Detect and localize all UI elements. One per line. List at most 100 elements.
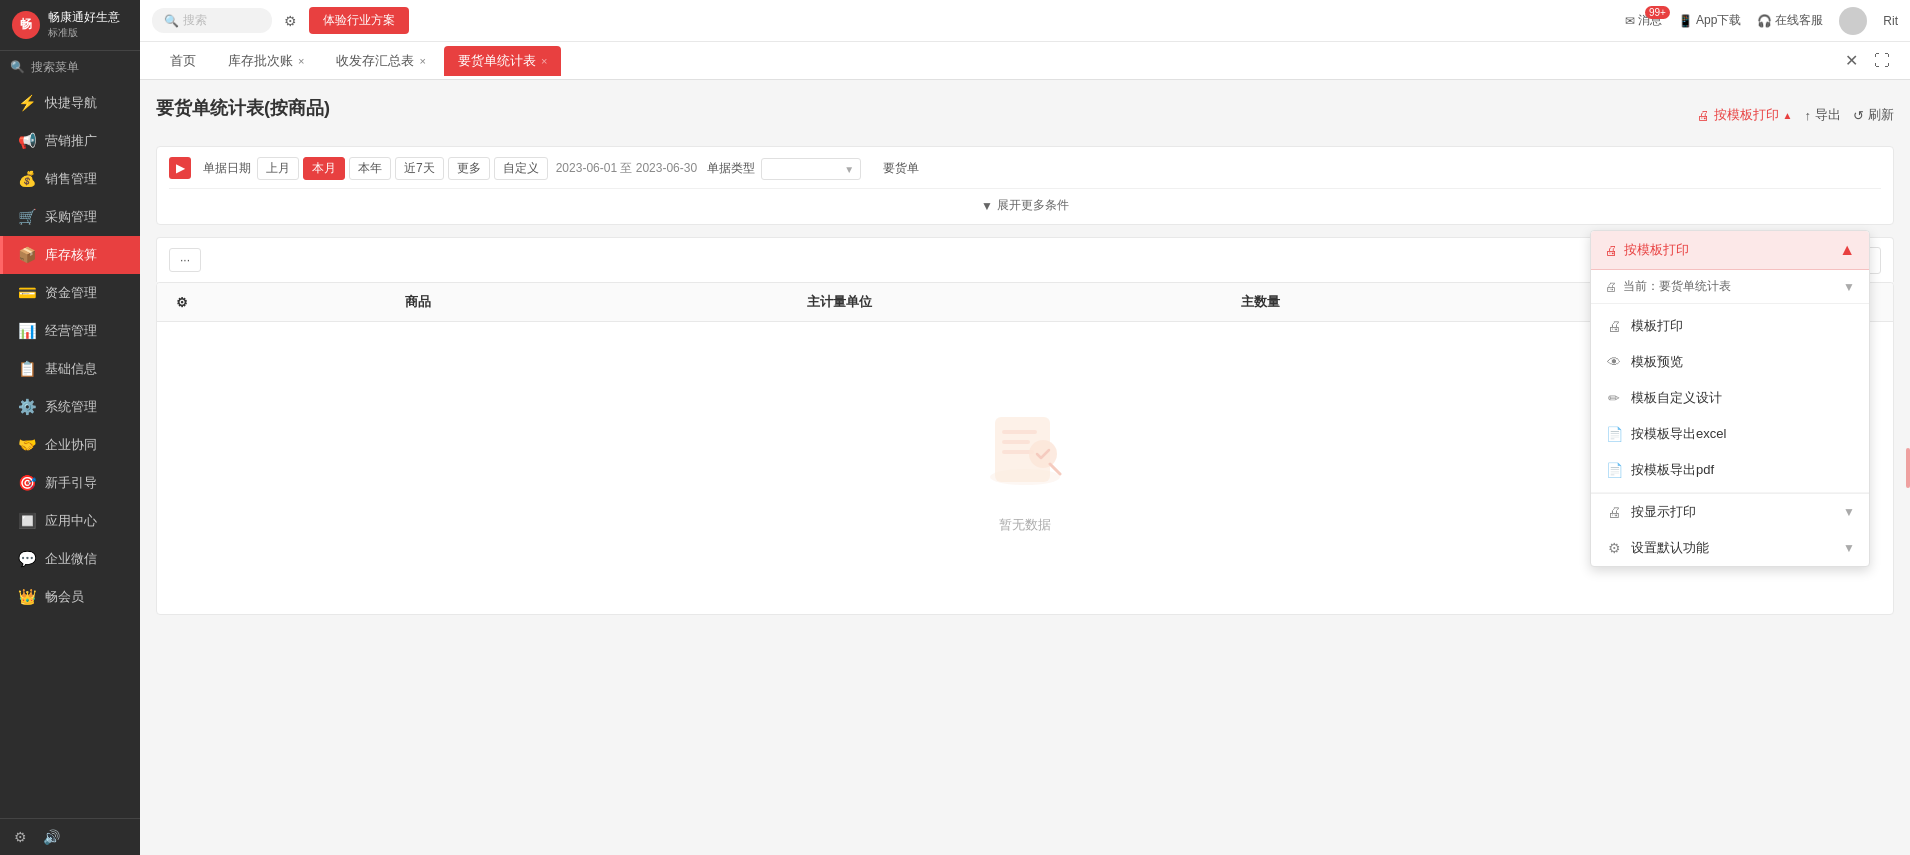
- dropdown-current-template[interactable]: 🖨 当前：要货单统计表 ▼: [1591, 270, 1869, 304]
- sidebar-item-purchase[interactable]: 🛒 采购管理: [0, 198, 140, 236]
- empty-text: 暂无数据: [999, 516, 1051, 534]
- date-btn-this-month[interactable]: 本月: [303, 157, 345, 180]
- cooperation-icon: 🤝: [17, 436, 37, 454]
- filter-collapse-btn[interactable]: ▶: [169, 157, 191, 179]
- dropdown-title: 🖨 按模板打印: [1605, 241, 1689, 259]
- sidebar-item-quick-nav[interactable]: ⚡ 快捷导航: [0, 84, 140, 122]
- sidebar-item-sales[interactable]: 💰 销售管理: [0, 160, 140, 198]
- template-print-label: 模板打印: [1631, 317, 1855, 335]
- sidebar-item-cooperation[interactable]: 🤝 企业协同: [0, 426, 140, 464]
- more-options-btn[interactable]: ···: [169, 248, 201, 272]
- print-dropdown: 🖨 按模板打印 ▲ 🖨 当前：要货单统计表 ▼ 🖨 模板打印 👁 模: [1590, 230, 1870, 567]
- sidebar-item-member[interactable]: 👑 畅会员: [0, 578, 140, 616]
- sidebar-item-apps[interactable]: 🔲 应用中心: [0, 502, 140, 540]
- message-icon: ✉: [1625, 14, 1635, 28]
- app-download-link[interactable]: 📱 App下载: [1678, 12, 1741, 29]
- display-print-label: 按显示打印: [1631, 503, 1835, 521]
- col-product: 商品: [207, 283, 629, 321]
- date-btn-last-7days[interactable]: 近7天: [395, 157, 444, 180]
- export-icon: ↑: [1805, 108, 1812, 123]
- export-excel-label: 按模板导出excel: [1631, 425, 1855, 443]
- page-content: 要货单统计表(按商品) 🖨 按模板打印 ▲ ↑ 导出 ↺ 刷新: [140, 80, 1910, 855]
- search-icon: 🔍: [10, 60, 25, 74]
- service-icon: 🎧: [1757, 14, 1772, 28]
- tab-order-summary[interactable]: 要货单统计表 ×: [444, 46, 561, 76]
- date-btn-custom[interactable]: 自定义: [494, 157, 548, 180]
- avatar[interactable]: [1839, 7, 1867, 35]
- dropdown-item-template-preview[interactable]: 👁 模板预览: [1591, 344, 1869, 380]
- print-template-button[interactable]: 🖨 按模板打印 ▲: [1697, 106, 1793, 124]
- sidebar-item-basic[interactable]: 📋 基础信息: [0, 350, 140, 388]
- online-service-link[interactable]: 🎧 在线客服: [1757, 12, 1823, 29]
- message-badge[interactable]: ✉ 消息 99+: [1625, 12, 1662, 29]
- main-content: 🔍 搜索 ⚙ 体验行业方案 ✉ 消息 99+ 📱 App下载 🎧 在线客服 Ri…: [140, 0, 1910, 855]
- date-btn-this-year[interactable]: 本年: [349, 157, 391, 180]
- export-button[interactable]: ↑ 导出: [1805, 106, 1842, 124]
- type-label: 单据类型: [707, 160, 755, 177]
- expand-icon: ▼: [981, 199, 993, 213]
- sidebar: 畅 畅康通好生意 标准版 🔍 搜索菜单 ⚡ 快捷导航 📢 营销推广 💰 销售管理…: [0, 0, 140, 855]
- dropdown-item-export-pdf[interactable]: 📄 按模板导出pdf: [1591, 452, 1869, 488]
- sidebar-item-label: 资金管理: [45, 284, 97, 302]
- tab-close-order-summary[interactable]: ×: [541, 55, 547, 67]
- message-count: 99+: [1645, 6, 1670, 19]
- app-name: 畅康通好生意: [48, 10, 120, 26]
- topbar-search[interactable]: 🔍 搜索: [152, 8, 272, 33]
- topbar-gear-icon[interactable]: ⚙: [284, 13, 297, 29]
- sidebar-item-system[interactable]: ⚙️ 系统管理: [0, 388, 140, 426]
- settings-bottom-icon[interactable]: ⚙: [14, 829, 27, 845]
- sidebar-item-label: 营销推广: [45, 132, 97, 150]
- tabbar: 首页 库存批次账 × 收发存汇总表 × 要货单统计表 × ✕ ⛶: [140, 42, 1910, 80]
- date-btn-more[interactable]: 更多: [448, 157, 490, 180]
- dropdown-item-set-default[interactable]: ⚙ 设置默认功能 ▼: [1591, 530, 1869, 566]
- dropdown-item-template-design[interactable]: ✏ 模板自定义设计: [1591, 380, 1869, 416]
- template-print-icon: 🖨: [1605, 318, 1623, 334]
- trial-button[interactable]: 体验行业方案: [309, 7, 409, 34]
- tab-close-inventory-batch[interactable]: ×: [298, 55, 304, 67]
- dropdown-item-export-excel[interactable]: 📄 按模板导出excel: [1591, 416, 1869, 452]
- type-select[interactable]: [761, 158, 861, 180]
- date-btn-last-month[interactable]: 上月: [257, 157, 299, 180]
- filter-fields: 单据日期 上月 本月 本年 近7天 更多 自定义 2023-06-01 至 20…: [203, 157, 1881, 180]
- scroll-indicator: [1906, 448, 1910, 488]
- sidebar-item-label: 系统管理: [45, 398, 97, 416]
- tab-close-window-btn[interactable]: ✕: [1841, 49, 1862, 72]
- sidebar-bottom: ⚙ 🔊: [0, 818, 140, 855]
- purchase-icon: 🛒: [17, 208, 37, 226]
- template-preview-label: 模板预览: [1631, 353, 1855, 371]
- sidebar-item-label: 企业协同: [45, 436, 97, 454]
- dropdown-item-template-print[interactable]: 🖨 模板打印: [1591, 308, 1869, 344]
- topbar: 🔍 搜索 ⚙ 体验行业方案 ✉ 消息 99+ 📱 App下载 🎧 在线客服 Ri…: [140, 0, 1910, 42]
- tab-home[interactable]: 首页: [156, 46, 210, 76]
- date-range: 2023-06-01 至 2023-06-30: [556, 160, 697, 177]
- marketing-icon: 📢: [17, 132, 37, 150]
- refresh-button[interactable]: ↺ 刷新: [1853, 106, 1894, 124]
- tab-maximize-btn[interactable]: ⛶: [1870, 50, 1894, 72]
- sidebar-item-marketing[interactable]: 📢 营销推广: [0, 122, 140, 160]
- set-default-icon: ⚙: [1605, 540, 1623, 556]
- dropdown-item-display-print[interactable]: 🖨 按显示打印 ▼: [1591, 493, 1869, 530]
- guide-icon: 🎯: [17, 474, 37, 492]
- sidebar-item-label: 基础信息: [45, 360, 97, 378]
- sales-icon: 💰: [17, 170, 37, 188]
- printer-header-icon: 🖨: [1605, 243, 1618, 258]
- date-label: 单据日期: [203, 160, 251, 177]
- tab-close-receipt-summary[interactable]: ×: [419, 55, 425, 67]
- sidebar-item-finance[interactable]: 💳 资金管理: [0, 274, 140, 312]
- col-settings[interactable]: ⚙: [157, 285, 207, 320]
- tab-inventory-batch[interactable]: 库存批次账 ×: [214, 46, 318, 76]
- sound-icon[interactable]: 🔊: [43, 829, 60, 845]
- sidebar-item-wechat[interactable]: 💬 企业微信: [0, 540, 140, 578]
- svg-rect-3: [1002, 440, 1030, 444]
- inventory-icon: 📦: [17, 246, 37, 264]
- sidebar-item-inventory[interactable]: 📦 库存核算: [0, 236, 140, 274]
- sidebar-item-guide[interactable]: 🎯 新手引导: [0, 464, 140, 502]
- page-title: 要货单统计表(按商品): [156, 96, 330, 120]
- quick-nav-icon: ⚡: [17, 94, 37, 112]
- sidebar-search[interactable]: 🔍 搜索菜单: [0, 51, 140, 84]
- tab-receipt-summary[interactable]: 收发存汇总表 ×: [322, 46, 439, 76]
- dropdown-close-btn[interactable]: ▲: [1839, 241, 1855, 259]
- sidebar-item-operation[interactable]: 📊 经营管理: [0, 312, 140, 350]
- filter-expand[interactable]: ▼ 展开更多条件: [169, 188, 1881, 214]
- template-design-icon: ✏: [1605, 390, 1623, 406]
